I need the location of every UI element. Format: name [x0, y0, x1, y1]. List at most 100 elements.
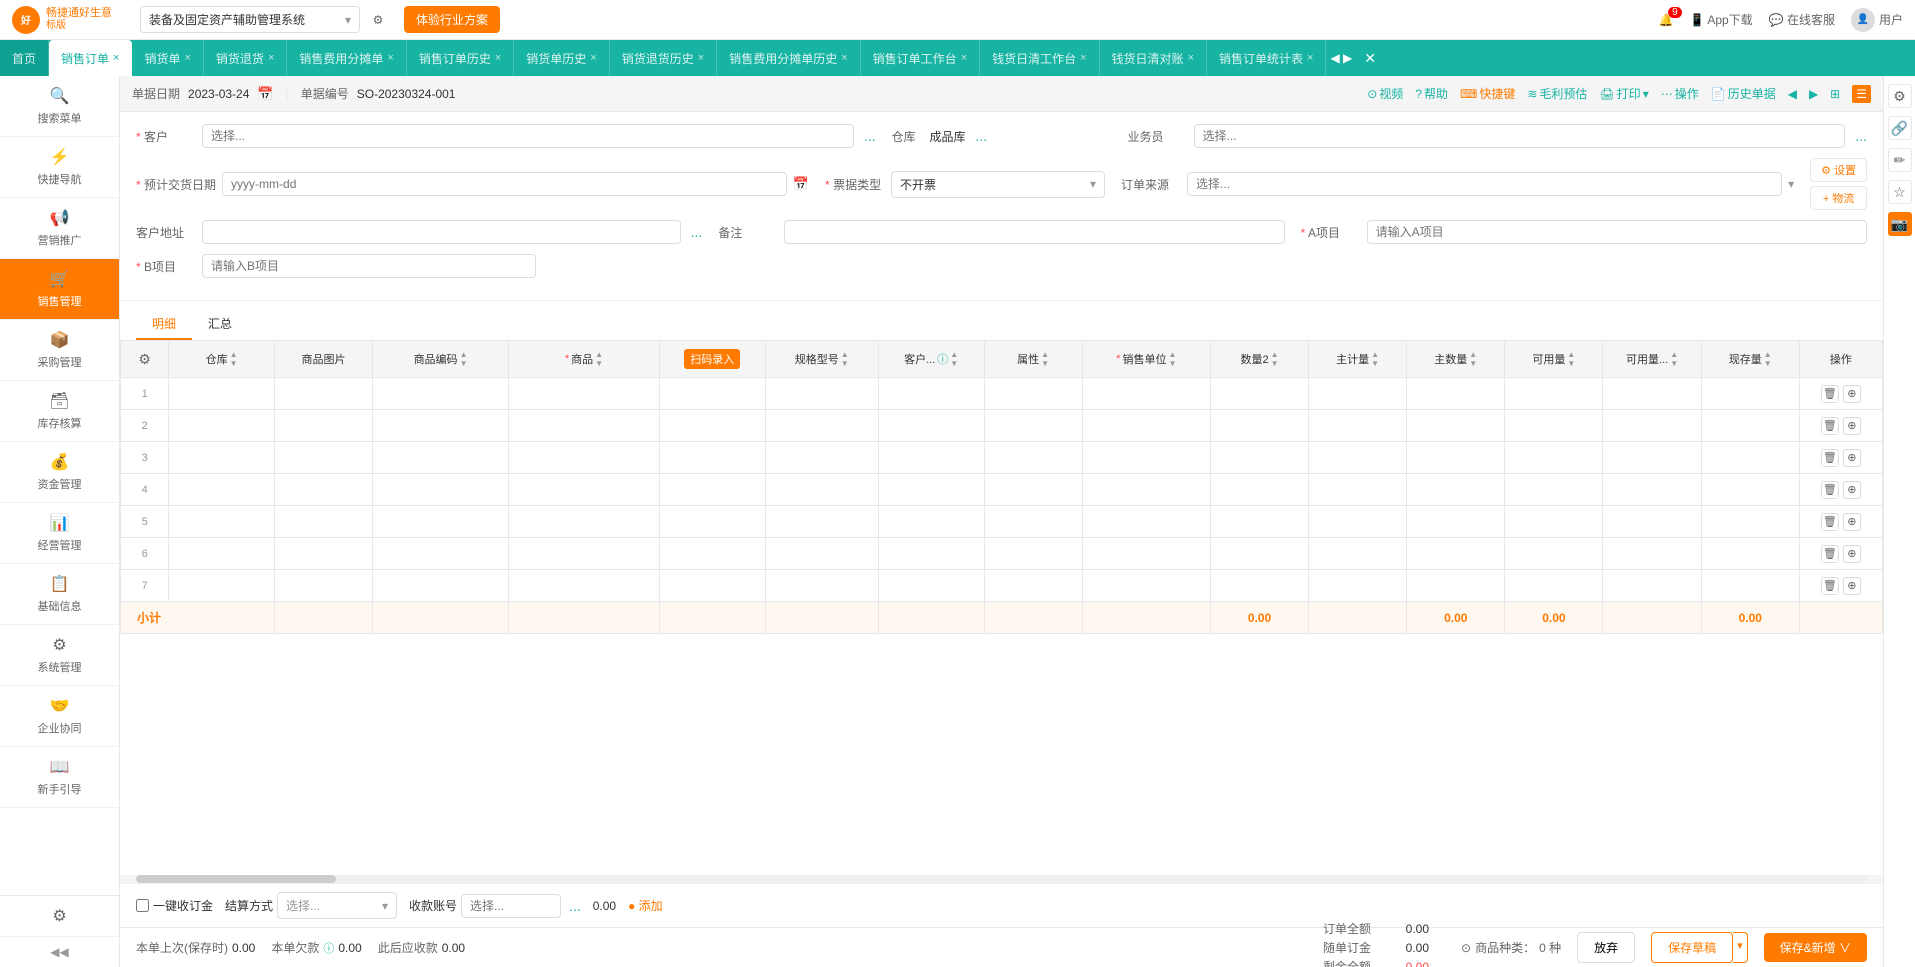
close-all-tabs-btn[interactable]: ✕	[1356, 50, 1384, 67]
address-more-btn[interactable]: ...	[691, 224, 703, 240]
delete-row-btn[interactable]: 🗑	[1821, 545, 1839, 563]
sidebar-item-operations[interactable]: 📊 经营管理	[0, 503, 119, 564]
th-warehouse[interactable]: 仓库▲▼	[169, 341, 275, 378]
close-icon[interactable]: ×	[590, 52, 596, 64]
delete-row-btn[interactable]: 🗑	[1821, 417, 1839, 435]
next-record-btn[interactable]: ▶	[1809, 87, 1818, 101]
table-scrollbar[interactable]	[136, 875, 1867, 883]
staff-more-btn[interactable]: ...	[1855, 128, 1867, 144]
message-icon[interactable]: 🔔 9	[1659, 13, 1674, 27]
delete-row-btn[interactable]: 🗑	[1821, 481, 1839, 499]
customer-input[interactable]	[202, 124, 854, 148]
tab-sales-invoice[interactable]: 销货单 ×	[132, 40, 203, 76]
online-service-link[interactable]: 💬 在线客服	[1769, 11, 1835, 28]
close-icon[interactable]: ×	[1307, 52, 1313, 64]
delete-row-btn[interactable]: 🗑	[1821, 513, 1839, 531]
th-customer-code[interactable]: 客户...ⓘ▲▼	[878, 341, 984, 378]
th-code[interactable]: 商品编码▲▼	[373, 341, 509, 378]
delivery-calendar-icon[interactable]: 📅	[793, 176, 809, 192]
close-icon[interactable]: ×	[1188, 52, 1194, 64]
th-attribute[interactable]: 属性▲▼	[984, 341, 1082, 378]
tab-sales-stats[interactable]: 销售订单统计表 ×	[1207, 40, 1326, 76]
close-icon[interactable]: ×	[698, 52, 704, 64]
th-gear[interactable]: ⚙	[121, 341, 169, 378]
th-sales-unit[interactable]: *销售单位▲▼	[1082, 341, 1210, 378]
th-spec[interactable]: 规格型号▲▼	[765, 341, 878, 378]
note-input[interactable]	[784, 220, 1284, 244]
app-download-link[interactable]: 📱 App下载	[1690, 11, 1753, 28]
copy-row-btn[interactable]: ⊕	[1843, 449, 1861, 467]
delete-row-btn[interactable]: 🗑	[1821, 385, 1839, 403]
list-view-btn[interactable]: ☰	[1852, 85, 1871, 103]
close-icon[interactable]: ×	[1080, 52, 1086, 64]
sidebar-item-sales[interactable]: 🛒 销售管理	[0, 259, 119, 320]
tab-sales-return[interactable]: 销货退货 ×	[204, 40, 287, 76]
prev-record-btn[interactable]: ◀	[1788, 87, 1797, 101]
tab-daily-clear-workbench[interactable]: 钱货日清工作台 ×	[980, 40, 1099, 76]
address-input[interactable]	[202, 220, 681, 244]
invoice-select[interactable]: 不开票 ▾	[891, 171, 1105, 198]
tab-sales-order-history[interactable]: 销售订单历史 ×	[407, 40, 514, 76]
order-source-arrow[interactable]: ▾	[1788, 177, 1794, 191]
scrollbar-thumb[interactable]	[136, 875, 336, 883]
th-available[interactable]: 可用量▲▼	[1505, 341, 1603, 378]
close-icon[interactable]: ×	[841, 52, 847, 64]
help-btn[interactable]: ? 帮助	[1415, 85, 1448, 102]
copy-row-btn[interactable]: ⊕	[1843, 577, 1861, 595]
view-video-btn[interactable]: ⊙ 视频	[1367, 85, 1403, 102]
system-selector[interactable]: 装备及固定资产辅助管理系统 ▾	[140, 6, 360, 33]
copy-row-btn[interactable]: ⊕	[1843, 545, 1861, 563]
th-main-qty[interactable]: 主数量▲▼	[1407, 341, 1505, 378]
account-input[interactable]	[461, 894, 561, 918]
copy-row-btn[interactable]: ⊕	[1843, 481, 1861, 499]
copy-row-btn[interactable]: ⊕	[1843, 513, 1861, 531]
tab-sales-order[interactable]: 销售订单 ×	[49, 40, 132, 76]
close-icon[interactable]: ×	[113, 52, 119, 64]
tab-invoice-history[interactable]: 销货单历史 ×	[514, 40, 609, 76]
save-draft-dropdown-btn[interactable]: ▾	[1733, 932, 1748, 963]
right-star-btn[interactable]: ☆	[1888, 180, 1912, 204]
scan-input-btn[interactable]: 扫码录入	[684, 349, 740, 369]
right-edit-btn[interactable]: ✏	[1888, 148, 1912, 172]
close-icon[interactable]: ×	[961, 52, 967, 64]
add-payment-btn[interactable]: ● ● 添加添加	[628, 897, 663, 914]
sidebar-settings[interactable]: ⚙	[0, 896, 119, 937]
settings-icon[interactable]: ⚙	[368, 10, 388, 30]
tab-summary[interactable]: 汇总	[192, 309, 248, 340]
tab-return-history[interactable]: 销货退货历史 ×	[610, 40, 717, 76]
delete-row-btn[interactable]: 🗑	[1821, 577, 1839, 595]
right-settings-btn[interactable]: ⚙	[1888, 84, 1912, 108]
account-more-btn[interactable]: ...	[569, 898, 581, 914]
copy-row-btn[interactable]: ⊕	[1843, 385, 1861, 403]
b-project-input[interactable]	[202, 254, 536, 278]
customer-more-btn[interactable]: ...	[864, 128, 876, 144]
order-source-input[interactable]	[1187, 172, 1782, 196]
tab-home[interactable]: 首页	[0, 40, 49, 76]
th-available2[interactable]: 可用量...▲▼	[1603, 341, 1701, 378]
profit-btn[interactable]: ≋ 毛利预估	[1527, 85, 1587, 102]
sidebar-item-inventory[interactable]: 🗃 库存核算	[0, 381, 119, 442]
th-main-unit[interactable]: 主计量▲▼	[1309, 341, 1407, 378]
sidebar-item-guide[interactable]: 📖 新手引导	[0, 747, 119, 808]
th-stock[interactable]: 现存量▲▼	[1701, 341, 1799, 378]
close-icon[interactable]: ×	[184, 52, 190, 64]
tab-sales-fee[interactable]: 销售费用分摊单 ×	[287, 40, 406, 76]
sidebar-collapse-btn[interactable]: ◀◀	[0, 937, 119, 967]
shortcut-btn[interactable]: ⌨ 快捷键	[1460, 85, 1515, 102]
sidebar-item-quicknav[interactable]: ⚡ 快捷导航	[0, 137, 119, 198]
th-qty2[interactable]: 数量2▲▼	[1210, 341, 1308, 378]
sidebar-item-system[interactable]: ⚙ 系统管理	[0, 625, 119, 686]
calendar-icon[interactable]: 📅	[257, 86, 273, 102]
print-btn[interactable]: 🖨 打印 ▾	[1599, 85, 1648, 102]
operate-btn[interactable]: ⋯ 操作	[1661, 85, 1699, 102]
user-area[interactable]: 👤 用户	[1851, 8, 1903, 32]
right-camera-btn[interactable]: 📷	[1888, 212, 1912, 236]
tab-detail[interactable]: 明细	[136, 309, 192, 340]
sidebar-item-finance[interactable]: 💰 资金管理	[0, 442, 119, 503]
delete-row-btn[interactable]: 🗑	[1821, 449, 1839, 467]
tab-daily-clear-account[interactable]: 钱货日清对账 ×	[1100, 40, 1207, 76]
payment-method-select[interactable]: 选择... ▾	[277, 892, 397, 919]
discard-btn[interactable]: 放弃	[1577, 932, 1635, 963]
tab-fee-history[interactable]: 销售费用分摊单历史 ×	[717, 40, 860, 76]
column-settings-icon[interactable]: ⚙	[138, 351, 151, 367]
